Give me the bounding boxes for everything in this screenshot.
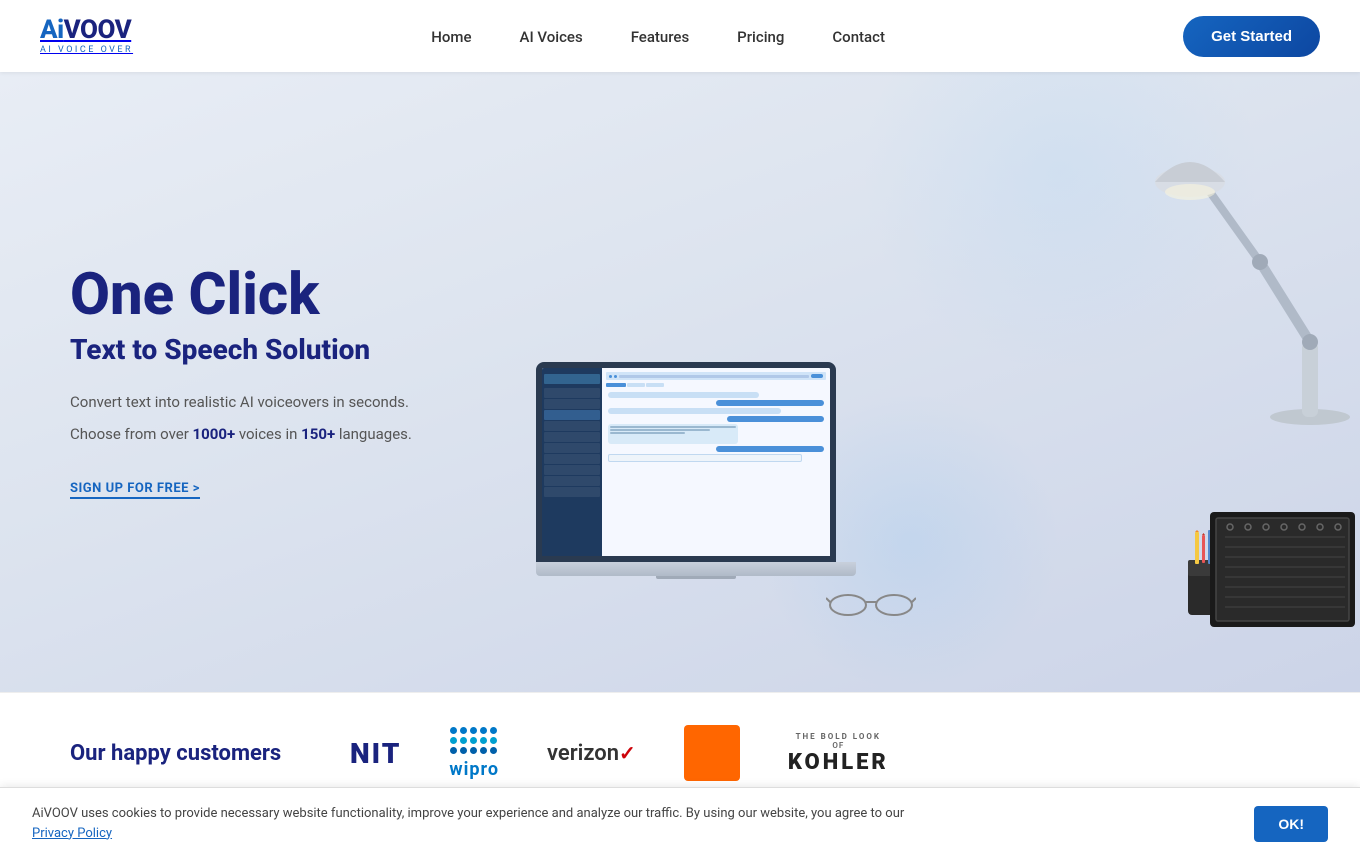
cookie-message: AiVOOV uses cookies to provide necessary… — [32, 806, 904, 821]
hero-cta-link[interactable]: SIGN UP FOR FREE > — [70, 481, 200, 499]
hero-content: One Click Text to Speech Solution Conver… — [0, 205, 472, 560]
laptop-base — [536, 562, 856, 576]
logo-tagline: AI VOICE OVER — [40, 45, 133, 55]
cookie-banner: AiVOOV uses cookies to provide necessary… — [0, 787, 1360, 859]
hero-lang-count: 150+ — [301, 425, 335, 443]
logo-kohler: THE BOLD LOOK OF KOHLER — [788, 732, 889, 775]
hero-desc-mid: voices in — [235, 425, 301, 443]
glasses-icon — [826, 590, 916, 620]
cookie-ok-button[interactable]: OK! — [1254, 806, 1328, 842]
hero-image-area — [496, 72, 1360, 692]
nav-item-ai-voices[interactable]: AI Voices — [520, 28, 583, 46]
hero-desc-line2: Choose from over 1000+ voices in 150+ la… — [70, 422, 412, 448]
nav-item-home[interactable]: Home — [431, 28, 471, 46]
hero-desc-end: languages. — [335, 425, 412, 443]
customers-logos: NIT wipro — [350, 725, 1290, 781]
get-started-button[interactable]: Get Started — [1183, 16, 1320, 57]
laptop-screen — [536, 362, 836, 562]
nav-links: Home AI Voices Features Pricing Contact — [431, 27, 885, 46]
navbar: AiVOOV AI VOICE OVER Home AI Voices Feat… — [0, 0, 1360, 72]
nav-item-pricing[interactable]: Pricing — [737, 28, 784, 46]
nav-item-features[interactable]: Features — [631, 28, 689, 46]
notebook-icon — [1210, 512, 1360, 632]
customers-label: Our happy customers — [70, 741, 350, 766]
hero-desc-line1: Convert text into realistic AI voiceover… — [70, 390, 412, 416]
logo-wipro: wipro — [449, 727, 499, 780]
hero-subtitle: Text to Speech Solution — [70, 333, 412, 366]
customers-title: Our happy customers — [70, 741, 281, 766]
privacy-policy-link[interactable]: Privacy Policy — [32, 826, 112, 841]
hero-title: One Click — [70, 265, 412, 326]
laptop-mockup — [536, 362, 896, 612]
logo[interactable]: AiVOOV AI VOICE OVER — [40, 17, 133, 55]
logo-verizon: verizon✓ — [547, 741, 636, 766]
cookie-text: AiVOOV uses cookies to provide necessary… — [32, 804, 932, 843]
logo-orange — [684, 725, 740, 781]
logo-ai: Ai — [40, 15, 64, 45]
logo-voov: VOOV — [64, 15, 132, 45]
hero-section: One Click Text to Speech Solution Conver… — [0, 72, 1360, 692]
hero-desc-choose: Choose from over — [70, 425, 193, 443]
desk-lamp-icon — [1120, 72, 1360, 442]
nav-item-contact[interactable]: Contact — [832, 28, 885, 46]
hero-voices-count: 1000+ — [193, 425, 236, 443]
logo-nit: NIT — [350, 737, 401, 770]
